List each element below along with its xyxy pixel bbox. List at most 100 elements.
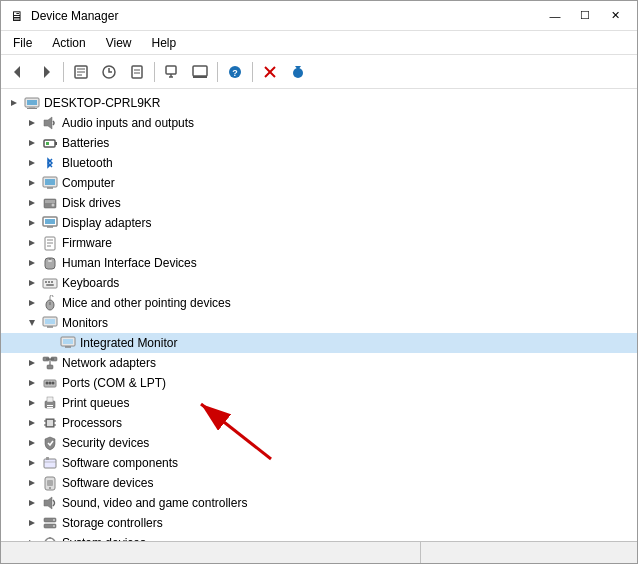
expand-root[interactable] (5, 94, 23, 112)
tree-item-disk[interactable]: Disk drives (1, 193, 637, 213)
tree-root[interactable]: DESKTOP-CPRL9KR (1, 93, 637, 113)
scan-button[interactable] (159, 59, 185, 85)
menu-action[interactable]: Action (44, 34, 93, 52)
processors-icon (41, 414, 59, 432)
keyboards-icon (41, 274, 59, 292)
tree-item-mice[interactable]: Mice and other pointing devices (1, 293, 637, 313)
svg-marker-28 (29, 140, 35, 146)
update-driver-button[interactable] (96, 59, 122, 85)
expand-monitors[interactable] (23, 314, 41, 332)
network-icon (41, 354, 59, 372)
svg-point-101 (49, 487, 51, 489)
tree-item-print-queues[interactable]: Print queues (1, 393, 637, 413)
tree-item-monitors[interactable]: Monitors (1, 313, 637, 333)
expand-computer[interactable] (23, 174, 41, 192)
display-icon (41, 214, 59, 232)
device-list-button[interactable] (187, 59, 213, 85)
expand-batteries[interactable] (23, 134, 41, 152)
svg-marker-76 (29, 380, 35, 386)
help-button[interactable]: ? (222, 59, 248, 85)
svg-marker-21 (11, 100, 17, 106)
svg-marker-103 (44, 497, 52, 509)
status-text (5, 542, 421, 563)
tree-item-sound[interactable]: Sound, video and game controllers (1, 493, 637, 513)
tree-item-software-components[interactable]: Software components (1, 453, 637, 473)
close-button[interactable]: ✕ (601, 6, 629, 26)
toolbar-separator-2 (154, 62, 155, 82)
svg-rect-23 (27, 100, 37, 105)
svg-rect-95 (44, 459, 56, 468)
tree-item-bluetooth[interactable]: Bluetooth (1, 153, 637, 173)
maximize-button[interactable]: ☐ (571, 6, 599, 26)
expand-display[interactable] (23, 214, 41, 232)
expand-hid[interactable] (23, 254, 41, 272)
tree-item-system[interactable]: System devices (1, 533, 637, 541)
display-label: Display adapters (62, 216, 151, 230)
expand-software-components[interactable] (23, 454, 41, 472)
integrated-monitor-label: Integrated Monitor (80, 336, 177, 350)
tree-item-integrated-monitor[interactable]: Integrated Monitor (1, 333, 637, 353)
processors-label: Processors (62, 416, 122, 430)
remove-button[interactable] (257, 59, 283, 85)
tree-item-keyboards[interactable]: Keyboards (1, 273, 637, 293)
svg-rect-10 (166, 66, 176, 74)
tree-item-hid[interactable]: Human Interface Devices (1, 253, 637, 273)
menu-help[interactable]: Help (144, 34, 185, 52)
svg-rect-83 (47, 397, 53, 402)
expand-network[interactable] (23, 354, 41, 372)
svg-marker-41 (29, 220, 35, 226)
uninstall-button[interactable] (124, 59, 150, 85)
expand-processors[interactable] (23, 414, 41, 432)
expand-ports[interactable] (23, 374, 41, 392)
svg-rect-65 (45, 319, 55, 324)
bluetooth-label: Bluetooth (62, 156, 113, 170)
svg-rect-97 (46, 457, 49, 460)
svg-marker-102 (29, 500, 35, 506)
hid-label: Human Interface Devices (62, 256, 197, 270)
tree-item-display[interactable]: Display adapters (1, 213, 637, 233)
menu-view[interactable]: View (98, 34, 140, 52)
expand-system[interactable] (23, 534, 41, 541)
tree-item-storage[interactable]: Storage controllers (1, 513, 637, 533)
expand-storage[interactable] (23, 514, 41, 532)
status-right (421, 542, 633, 563)
expand-keyboards[interactable] (23, 274, 41, 292)
refresh-button[interactable] (285, 59, 311, 85)
hid-icon (41, 254, 59, 272)
tree-item-firmware[interactable]: Firmware (1, 233, 637, 253)
batteries-label: Batteries (62, 136, 109, 150)
properties-button[interactable] (68, 59, 94, 85)
tree-item-computer[interactable]: Computer (1, 173, 637, 193)
minimize-button[interactable]: — (541, 6, 569, 26)
menu-file[interactable]: File (5, 34, 40, 52)
expand-sound[interactable] (23, 494, 41, 512)
tree-item-ports[interactable]: Ports (COM & LPT) (1, 373, 637, 393)
expand-security[interactable] (23, 434, 41, 452)
expand-mice[interactable] (23, 294, 41, 312)
expand-disk[interactable] (23, 194, 41, 212)
tree-item-software-devices[interactable]: Software devices (1, 473, 637, 493)
mice-icon (41, 294, 59, 312)
tree-item-audio[interactable]: Audio inputs and outputs (1, 113, 637, 133)
tree-item-security[interactable]: Security devices (1, 433, 637, 453)
tree-item-batteries[interactable]: Batteries (1, 133, 637, 153)
security-label: Security devices (62, 436, 149, 450)
svg-rect-58 (51, 281, 53, 283)
tree-item-network[interactable]: Network adapters (1, 353, 637, 373)
mice-label: Mice and other pointing devices (62, 296, 231, 310)
svg-marker-109 (29, 540, 35, 541)
print-queues-label: Print queues (62, 396, 129, 410)
expand-bluetooth[interactable] (23, 154, 41, 172)
expand-print-queues[interactable] (23, 394, 41, 412)
expand-software-devices[interactable] (23, 474, 41, 492)
tree-item-processors[interactable]: Processors (1, 413, 637, 433)
svg-rect-39 (45, 200, 55, 203)
forward-button[interactable] (33, 59, 59, 85)
back-button[interactable] (5, 59, 31, 85)
ports-label: Ports (COM & LPT) (62, 376, 166, 390)
print-queues-icon (41, 394, 59, 412)
expand-audio[interactable] (23, 114, 41, 132)
expand-firmware[interactable] (23, 234, 41, 252)
svg-point-79 (49, 382, 52, 385)
toolbar-separator-3 (217, 62, 218, 82)
